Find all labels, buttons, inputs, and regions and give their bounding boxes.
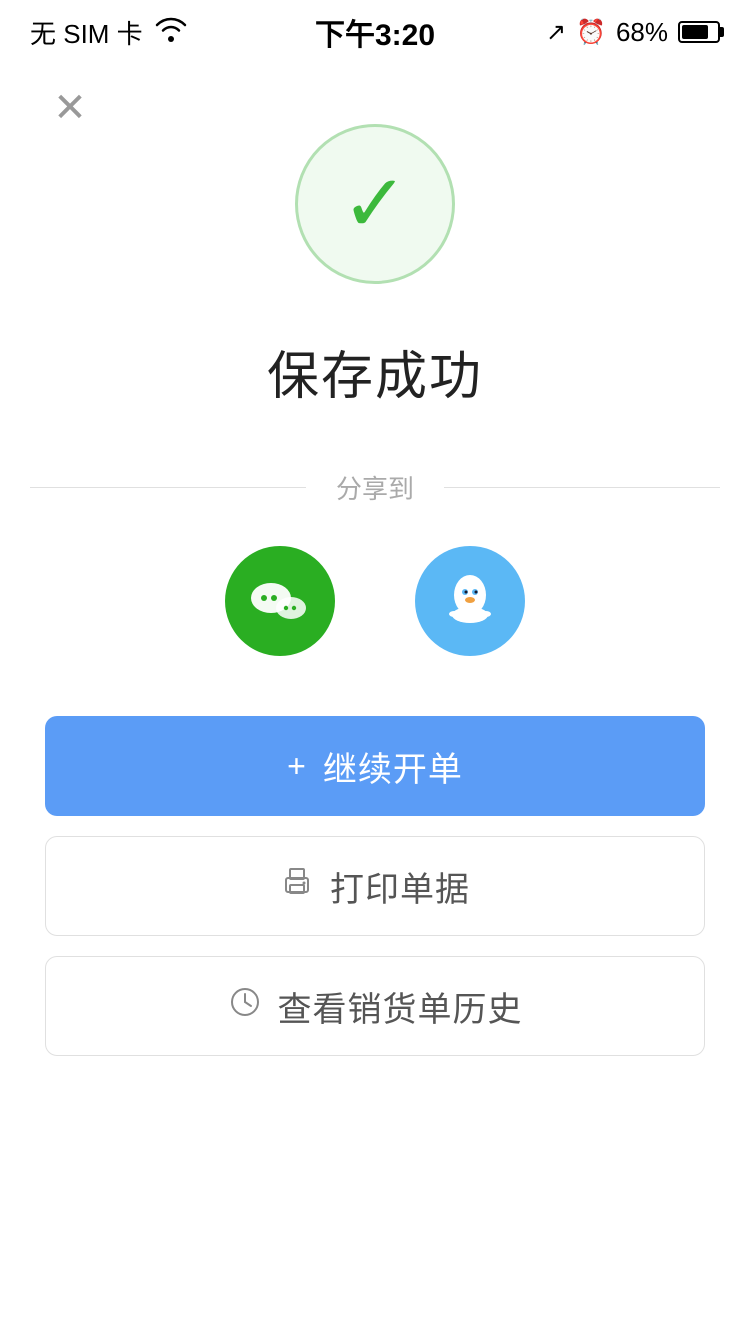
- actions-section: + 继续开单 打印单据 查看销货单历史: [45, 716, 705, 1056]
- qq-icon: [436, 567, 504, 635]
- view-history-button[interactable]: 查看销货单历史: [45, 956, 705, 1056]
- no-sim-text: 无 SIM 卡: [30, 14, 143, 51]
- battery-icon: [678, 21, 720, 43]
- print-receipt-label: 打印单据: [330, 862, 470, 911]
- printer-icon: [280, 865, 314, 907]
- success-title: 保存成功: [267, 334, 483, 409]
- wechat-share-button[interactable]: [225, 546, 335, 656]
- wechat-icon: [245, 566, 315, 636]
- status-time: 下午3:20: [315, 10, 435, 54]
- main-content: ✓ 保存成功 分享到: [0, 64, 750, 1334]
- divider-line-right: [444, 487, 720, 488]
- view-history-label: 查看销货单历史: [278, 982, 523, 1031]
- plus-icon: +: [287, 748, 307, 785]
- share-section: 分享到: [0, 469, 750, 656]
- status-bar: 无 SIM 卡 下午3:20 ↗ ⏰ 68%: [0, 0, 750, 64]
- status-left: 无 SIM 卡: [30, 14, 189, 51]
- continue-order-button[interactable]: + 继续开单: [45, 716, 705, 816]
- location-icon: ↗: [546, 18, 566, 47]
- success-circle: ✓: [295, 124, 455, 284]
- print-receipt-button[interactable]: 打印单据: [45, 836, 705, 936]
- history-icon: [228, 985, 262, 1027]
- share-label: 分享到: [336, 469, 414, 506]
- share-divider: 分享到: [0, 469, 750, 506]
- continue-order-label: 继续开单: [323, 742, 463, 791]
- qq-share-button[interactable]: [415, 546, 525, 656]
- checkmark-icon: ✓: [341, 164, 408, 244]
- share-icons-row: [225, 546, 525, 656]
- divider-line-left: [30, 487, 306, 488]
- battery-pct: 68%: [616, 17, 668, 48]
- status-right: ↗ ⏰ 68%: [546, 17, 720, 48]
- wifi-icon: [153, 16, 189, 49]
- alarm-icon: ⏰: [576, 18, 606, 47]
